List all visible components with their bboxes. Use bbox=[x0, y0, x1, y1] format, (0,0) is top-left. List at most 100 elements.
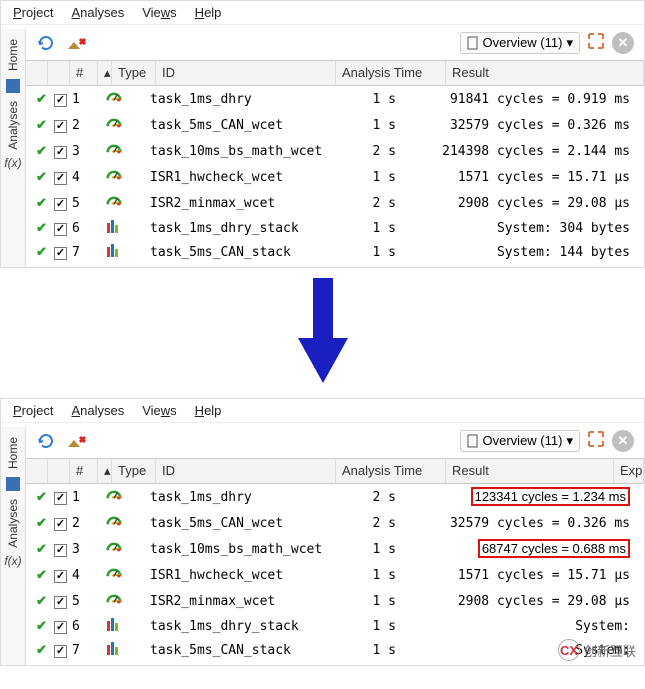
col-time[interactable]: Analysis Time bbox=[336, 459, 446, 483]
sidebar-home[interactable]: Home bbox=[6, 39, 20, 71]
table-row[interactable]: ✔ ✓4 ISR1_hwcheck_wcet1 s 1571 cycles = 15… bbox=[26, 164, 644, 190]
refresh-icon[interactable] bbox=[36, 431, 56, 451]
row-checkbox[interactable]: ✓ bbox=[54, 120, 67, 133]
row-id: ISR1_hwcheck_wcet bbox=[146, 567, 326, 584]
sort-asc-icon[interactable]: ▴ bbox=[98, 459, 112, 483]
table-row[interactable]: ✔✓7task_5ms_CAN_stack1 s System: bbox=[26, 638, 644, 662]
table-row[interactable]: ✔✓7task_5ms_CAN_stack1 s System: 144 byt… bbox=[26, 240, 644, 264]
app-logo-icon bbox=[6, 79, 20, 93]
col-status[interactable] bbox=[26, 61, 48, 85]
menu-analyses[interactable]: Analyses bbox=[71, 403, 124, 418]
row-time: 1 s bbox=[326, 567, 400, 584]
overview-label: Overview (11) bbox=[483, 35, 563, 50]
menu-help[interactable]: Help bbox=[195, 5, 222, 20]
col-num[interactable]: # bbox=[70, 459, 98, 483]
row-num: 1 bbox=[68, 489, 88, 506]
row-num: 3 bbox=[68, 143, 88, 160]
col-num[interactable]: # bbox=[70, 61, 98, 85]
row-checkbox[interactable]: ✓ bbox=[54, 570, 67, 583]
row-checkbox[interactable]: ✓ bbox=[54, 247, 67, 260]
table-row[interactable]: ✔✓4ISR1_hwcheck_wcet1 s 1571 cycles = 15… bbox=[26, 562, 644, 588]
table-row[interactable]: ✔✓2task_5ms_CAN_wcet2 s 32579 cycles = 0… bbox=[26, 510, 644, 536]
expand-icon[interactable] bbox=[586, 31, 606, 54]
delete-icon[interactable] bbox=[66, 33, 88, 53]
col-id[interactable]: ID bbox=[156, 459, 336, 483]
watermark: CX 创新互联 bbox=[558, 639, 636, 661]
row-id: ISR1_hwcheck_wcet bbox=[146, 169, 326, 186]
toolbar: Overview (11) ▾ ✕ bbox=[26, 423, 644, 458]
menu-views[interactable]: Views bbox=[142, 5, 176, 20]
row-result: 1571 cycles = 15.71 µs bbox=[400, 567, 638, 584]
close-icon[interactable]: ✕ bbox=[612, 430, 634, 452]
col-check[interactable] bbox=[48, 61, 70, 85]
overview-dropdown[interactable]: Overview (11) ▾ bbox=[460, 32, 580, 54]
close-icon[interactable]: ✕ bbox=[612, 32, 634, 54]
table-row[interactable]: ✔✓5ISR2_minmax_wcet1 s 2908 cycles = 29.… bbox=[26, 588, 644, 614]
row-time: 2 s bbox=[326, 195, 400, 212]
sidebar: Home Analyses f(x) bbox=[1, 29, 26, 267]
overview-dropdown[interactable]: Overview (11) ▾ bbox=[460, 430, 580, 452]
sidebar-analyses[interactable]: Analyses bbox=[6, 499, 20, 548]
col-id[interactable]: ID bbox=[156, 61, 336, 85]
type-icon bbox=[102, 564, 146, 586]
watermark-text: 创新互联 bbox=[584, 641, 636, 660]
menu-project[interactable]: Project bbox=[13, 403, 53, 418]
col-type[interactable]: Type bbox=[112, 459, 156, 483]
sidebar-analyses[interactable]: Analyses bbox=[6, 101, 20, 150]
status-check-icon: ✔ bbox=[36, 541, 47, 556]
fx-icon[interactable]: f(x) bbox=[4, 156, 21, 170]
menu-help[interactable]: Help bbox=[195, 403, 222, 418]
col-result[interactable]: Result bbox=[446, 61, 644, 85]
menu-views[interactable]: Views bbox=[142, 403, 176, 418]
fx-icon[interactable]: f(x) bbox=[4, 554, 21, 568]
row-checkbox[interactable]: ✓ bbox=[54, 198, 67, 211]
sidebar-home[interactable]: Home bbox=[6, 437, 20, 469]
row-checkbox[interactable]: ✓ bbox=[54, 596, 67, 609]
row-checkbox[interactable]: ✓ bbox=[54, 621, 67, 634]
table-row[interactable]: ✔✓3task_10ms_bs_math_wcet1 s 68747 cycle… bbox=[26, 536, 644, 562]
row-checkbox[interactable]: ✓ bbox=[54, 223, 67, 236]
row-checkbox[interactable]: ✓ bbox=[54, 518, 67, 531]
menu-project[interactable]: Project bbox=[13, 5, 53, 20]
table-row[interactable]: ✔✓6task_1ms_dhry_stack1 s System: 304 by… bbox=[26, 216, 644, 240]
sort-asc-icon[interactable]: ▴ bbox=[98, 61, 112, 85]
row-checkbox[interactable]: ✓ bbox=[54, 645, 67, 658]
menubar: Project Analyses Views Help bbox=[1, 1, 644, 25]
page-icon bbox=[467, 434, 479, 448]
toolbar: Overview (11) ▾ ✕ bbox=[26, 25, 644, 60]
type-icon bbox=[102, 166, 146, 188]
col-time[interactable]: Analysis Time bbox=[336, 61, 446, 85]
type-icon bbox=[102, 140, 146, 162]
row-checkbox[interactable]: ✓ bbox=[54, 492, 67, 505]
row-num: 7 bbox=[68, 244, 88, 261]
row-result: 1571 cycles = 15.71 µs bbox=[400, 169, 638, 186]
col-exp[interactable]: Exp bbox=[614, 459, 644, 483]
row-num: 5 bbox=[68, 593, 88, 610]
table-row[interactable]: ✔✓3task_10ms_bs_math_wcet2 s214398 cycle… bbox=[26, 138, 644, 164]
expand-icon[interactable] bbox=[586, 429, 606, 452]
menu-analyses[interactable]: Analyses bbox=[71, 5, 124, 20]
refresh-icon[interactable] bbox=[36, 33, 56, 53]
delete-icon[interactable] bbox=[66, 431, 88, 451]
col-status[interactable] bbox=[26, 459, 48, 483]
col-type[interactable]: Type bbox=[112, 61, 156, 85]
col-check[interactable] bbox=[48, 459, 70, 483]
col-result[interactable]: Result bbox=[446, 459, 614, 483]
row-checkbox[interactable]: ✓ bbox=[54, 146, 67, 159]
table-row[interactable]: ✔✓6task_1ms_dhry_stack1 s System: bbox=[26, 614, 644, 638]
table-row[interactable]: ✔✓5ISR2_minmax_wcet2 s 2908 cycles = 29.… bbox=[26, 190, 644, 216]
table-row[interactable]: ✔✓1task_1ms_dhry1 s 91841 cycles = 0.919… bbox=[26, 86, 644, 112]
row-checkbox[interactable]: ✓ bbox=[54, 544, 67, 557]
table-row[interactable]: ✔✓1task_1ms_dhry2 s123341 cycles = 1.234… bbox=[26, 484, 644, 510]
row-checkbox[interactable]: ✓ bbox=[54, 172, 67, 185]
table-row[interactable]: ✔✓2task_5ms_CAN_wcet1 s 32579 cycles = 0… bbox=[26, 112, 644, 138]
row-result: System: 144 bytes bbox=[400, 244, 638, 261]
row-id: task_5ms_CAN_stack bbox=[146, 642, 326, 659]
type-icon bbox=[102, 616, 146, 636]
status-check-icon: ✔ bbox=[36, 169, 47, 184]
row-num: 4 bbox=[68, 169, 88, 186]
row-id: ISR2_minmax_wcet bbox=[146, 195, 326, 212]
row-time: 1 s bbox=[326, 169, 400, 186]
row-checkbox[interactable]: ✓ bbox=[54, 94, 67, 107]
row-id: task_1ms_dhry bbox=[146, 91, 326, 108]
